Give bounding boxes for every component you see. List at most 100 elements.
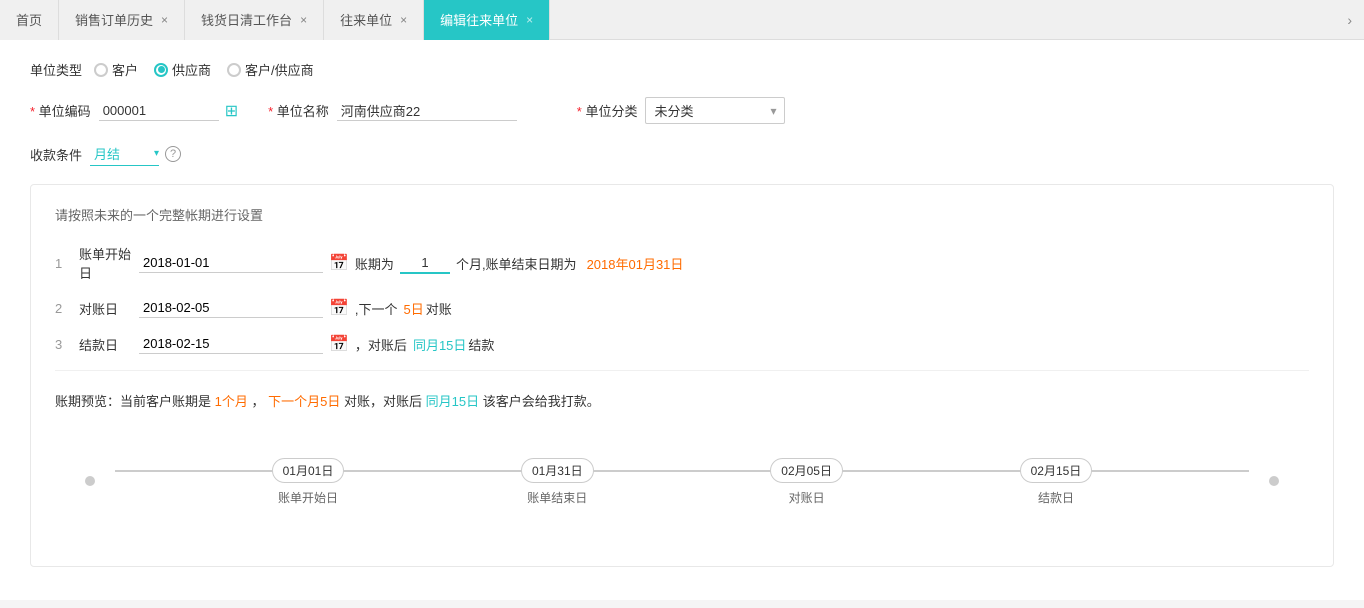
timeline-date-0: 01月01日 [272, 458, 345, 483]
row-3-highlight: 同月15日 [413, 335, 466, 354]
timeline-end [1269, 458, 1279, 506]
settings-title: 请按照未来的一个完整帐期进行设置 [55, 205, 1309, 224]
preview-part1: 1个月 [215, 394, 248, 409]
row-2-name: 对账日 [79, 299, 139, 318]
tab-cash-workbench[interactable]: 钱货日清工作台 × [185, 0, 324, 40]
tab-sales-history-label: 销售订单历史 [75, 10, 153, 29]
unit-name-group: 单位名称 [268, 101, 517, 121]
tab-cash-workbench-label: 钱货日清工作台 [201, 10, 292, 29]
timeline-start [85, 458, 95, 506]
payment-terms-value: 月结 [90, 142, 150, 165]
unit-class-label: 单位分类 [577, 101, 638, 120]
row-1-period-before: 账期为 [355, 254, 394, 273]
timeline-container: 01月01日 账单开始日 01月31日 账单结束日 02月05日 对账日 02月… [55, 438, 1309, 546]
settings-row-3: 3 结款日 📅 ，对账后 同月15日 结款 [55, 334, 1309, 354]
preview-row: 账期预览：当前客户账期是 1个月 ， 下一个月5日 对账，对账后 同月15日 该… [55, 379, 1309, 422]
unit-type-label: 单位类型 [30, 60, 82, 79]
timeline-label-1: 账单结束日 [527, 489, 587, 506]
timeline-nodes: 01月01日 账单开始日 01月31日 账单结束日 02月05日 对账日 02月… [85, 458, 1279, 506]
payment-terms-arrow-icon: ▾ [154, 148, 159, 159]
timeline-node-2: 02月05日 对账日 [770, 458, 843, 506]
unit-code-label: 单位编码 [30, 101, 91, 120]
timeline-start-dot [85, 476, 95, 486]
tabs-bar: 首页 销售订单历史 × 钱货日清工作台 × 往来单位 × 编辑往来单位 × › [0, 0, 1364, 40]
row-3-desc-before: ，对账后 [355, 335, 407, 354]
row-1-period-input[interactable] [400, 253, 450, 274]
row-2-desc-before: ,下一个 [355, 299, 398, 318]
payment-terms-row: 收款条件 月结 ▾ ? [30, 142, 1334, 166]
radio-group-unit-type: 客户 供应商 客户/供应商 [94, 60, 314, 79]
row-1-end-date: 2018年01月31日 [587, 254, 684, 273]
radio-supplier-circle [154, 63, 168, 77]
timeline-node-0: 01月01日 账单开始日 [272, 458, 345, 506]
radio-customer-label: 客户 [112, 60, 138, 79]
tab-sales-history-close[interactable]: × [161, 13, 168, 27]
unit-name-input[interactable] [337, 101, 517, 121]
timeline-node-3: 02月15日 结款日 [1020, 458, 1093, 506]
tab-edit-contact-close[interactable]: × [526, 13, 533, 27]
row-2-highlight: 5日 [404, 299, 424, 318]
tab-edit-contact[interactable]: 编辑往来单位 × [424, 0, 550, 40]
tab-cash-workbench-close[interactable]: × [300, 13, 307, 27]
radio-supplier-label: 供应商 [172, 60, 211, 79]
row-2-desc-after: 对账 [426, 299, 452, 318]
row-3-name: 结款日 [79, 335, 139, 354]
row-1-period-after: 个月,账单结束日期为 [456, 254, 577, 273]
unit-class-arrow-icon: ▾ [750, 104, 776, 118]
timeline-label-2: 对账日 [789, 489, 825, 506]
unit-code-input[interactable] [99, 101, 219, 121]
unit-type-row: 单位类型 客户 供应商 客户/供应商 [30, 60, 1334, 79]
row-3-calendar-icon[interactable]: 📅 [329, 334, 349, 354]
settings-divider [55, 370, 1309, 371]
preview-prefix: 账期预览：当前客户账期是 [55, 394, 211, 409]
radio-customer-supplier-circle [227, 63, 241, 77]
tab-home[interactable]: 首页 [0, 0, 59, 40]
row-1-calendar-icon[interactable]: 📅 [329, 253, 349, 273]
unit-code-copy-icon[interactable]: ⊞ [225, 101, 238, 121]
tab-contacts[interactable]: 往来单位 × [324, 0, 424, 40]
main-content: 单位类型 客户 供应商 客户/供应商 单位编码 ⊞ 单位名称 [0, 40, 1364, 600]
tab-contacts-close[interactable]: × [400, 13, 407, 27]
payment-terms-select[interactable]: 月结 ▾ [90, 142, 159, 166]
row-3-num: 3 [55, 337, 79, 352]
tab-more-button[interactable]: › [1335, 12, 1364, 28]
radio-customer[interactable]: 客户 [94, 60, 138, 79]
row-1-date-input[interactable] [139, 253, 323, 273]
payment-terms-help-icon[interactable]: ? [165, 146, 181, 162]
timeline-label-3: 结款日 [1038, 489, 1074, 506]
timeline-label-0: 账单开始日 [278, 489, 338, 506]
timeline-date-1: 01月31日 [521, 458, 594, 483]
row-2-calendar-icon[interactable]: 📅 [329, 298, 349, 318]
preview-part2: 下一个月5日 [268, 394, 340, 409]
timeline-date-2: 02月05日 [770, 458, 843, 483]
row-2-num: 2 [55, 301, 79, 316]
unit-info-row: 单位编码 ⊞ 单位名称 单位分类 未分类 ▾ [30, 97, 1334, 124]
unit-class-select[interactable]: 未分类 ▾ [645, 97, 785, 124]
unit-class-group: 单位分类 未分类 ▾ [577, 97, 786, 124]
tab-contacts-label: 往来单位 [340, 10, 392, 29]
row-3-desc-after: 结款 [468, 335, 494, 354]
settings-row-2: 2 对账日 📅 ,下一个 5日 对账 [55, 298, 1309, 318]
unit-class-value: 未分类 [654, 101, 693, 120]
tab-edit-contact-label: 编辑往来单位 [440, 10, 518, 29]
preview-middle: 对账，对账后 [344, 394, 422, 409]
timeline-end-dot [1269, 476, 1279, 486]
radio-supplier[interactable]: 供应商 [154, 60, 211, 79]
preview-suffix: 该客户会给我打款。 [483, 394, 600, 409]
unit-name-label: 单位名称 [268, 101, 329, 120]
radio-customer-supplier[interactable]: 客户/供应商 [227, 60, 314, 79]
radio-customer-supplier-label: 客户/供应商 [245, 60, 314, 79]
row-1-name: 账单开始日 [79, 244, 139, 282]
radio-customer-circle [94, 63, 108, 77]
tab-sales-history[interactable]: 销售订单历史 × [59, 0, 185, 40]
unit-code-group: 单位编码 ⊞ [30, 101, 238, 121]
row-2-date-input[interactable] [139, 298, 323, 318]
payment-terms-label: 收款条件 [30, 145, 82, 164]
row-3-date-input[interactable] [139, 334, 323, 354]
settings-box: 请按照未来的一个完整帐期进行设置 1 账单开始日 📅 账期为 个月,账单结束日期… [30, 184, 1334, 567]
timeline-date-3: 02月15日 [1020, 458, 1093, 483]
timeline-node-1: 01月31日 账单结束日 [521, 458, 594, 506]
row-1-num: 1 [55, 256, 79, 271]
preview-comma1: ， [252, 394, 265, 409]
settings-row-1: 1 账单开始日 📅 账期为 个月,账单结束日期为 2018年01月31日 [55, 244, 1309, 282]
